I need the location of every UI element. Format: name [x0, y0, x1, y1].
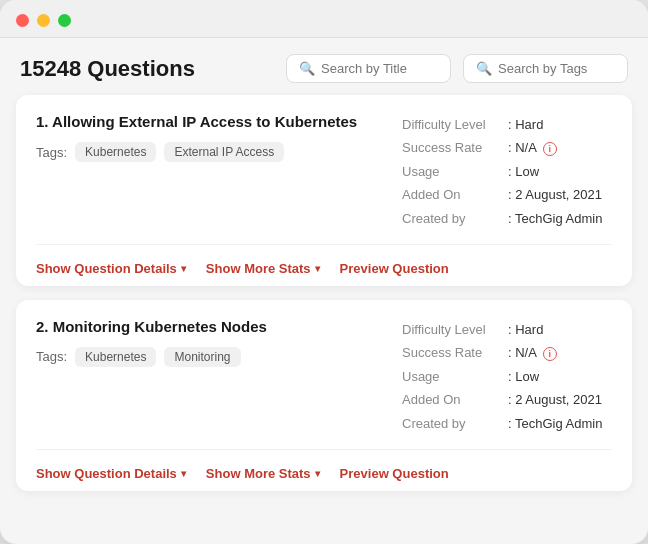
preview-label-2: Preview Question	[340, 466, 449, 481]
stat-added-1: Added On : 2 August, 2021	[402, 183, 612, 206]
created-value-2: : TechGig Admin	[508, 412, 602, 435]
usage-value-2: : Low	[508, 365, 539, 388]
preview-question-btn-2[interactable]: Preview Question	[330, 460, 459, 487]
tag-external-ip-1[interactable]: External IP Access	[164, 142, 284, 162]
card-left-1: 1. Allowing External IP Access to Kubern…	[36, 113, 386, 230]
stat-usage-1: Usage : Low	[402, 160, 612, 183]
search-by-title-input[interactable]	[321, 61, 438, 76]
show-details-label-2: Show Question Details	[36, 466, 177, 481]
card-main-2: 2. Monitoring Kubernetes Nodes Tags: Kub…	[36, 318, 612, 435]
stat-added-2: Added On : 2 August, 2021	[402, 388, 612, 411]
question-title-2: 2. Monitoring Kubernetes Nodes	[36, 318, 386, 335]
usage-label-2: Usage	[402, 365, 502, 388]
page-header: 15248 Questions 🔍 🔍	[0, 38, 648, 95]
info-icon-1: i	[543, 142, 557, 156]
maximize-button[interactable]	[58, 14, 71, 27]
tag-kubernetes-2[interactable]: Kubernetes	[75, 347, 156, 367]
card-main-1: 1. Allowing External IP Access to Kubern…	[36, 113, 612, 230]
stats-table-2: Difficulty Level : Hard Success Rate : N…	[402, 318, 612, 435]
success-value-1: : N/A i	[508, 136, 557, 159]
tags-row-2: Tags: Kubernetes Monitoring	[36, 347, 386, 367]
chevron-down-stats-icon-1: ▾	[315, 263, 320, 274]
preview-label-1: Preview Question	[340, 261, 449, 276]
tags-label-1: Tags:	[36, 145, 67, 160]
usage-label-1: Usage	[402, 160, 502, 183]
close-button[interactable]	[16, 14, 29, 27]
chevron-down-icon-2: ▾	[181, 468, 186, 479]
search-by-tags-input[interactable]	[498, 61, 615, 76]
show-more-stats-btn-1[interactable]: Show More Stats ▾	[196, 255, 330, 282]
added-value-2: : 2 August, 2021	[508, 388, 602, 411]
show-question-details-btn-2[interactable]: Show Question Details ▾	[36, 460, 196, 487]
chevron-down-icon-1: ▾	[181, 263, 186, 274]
chevron-down-stats-icon-2: ▾	[315, 468, 320, 479]
stat-created-2: Created by : TechGig Admin	[402, 412, 612, 435]
search-by-tags-box[interactable]: 🔍	[463, 54, 628, 83]
difficulty-label-2: Difficulty Level	[402, 318, 502, 341]
difficulty-label-1: Difficulty Level	[402, 113, 502, 136]
show-details-label-1: Show Question Details	[36, 261, 177, 276]
difficulty-value-1: : Hard	[508, 113, 543, 136]
stats-table-1: Difficulty Level : Hard Success Rate : N…	[402, 113, 612, 230]
app-window: 15248 Questions 🔍 🔍 1. Allowing External…	[0, 0, 648, 544]
tag-kubernetes-1[interactable]: Kubernetes	[75, 142, 156, 162]
search-by-title-box[interactable]: 🔍	[286, 54, 451, 83]
stat-success-1: Success Rate : N/A i	[402, 136, 612, 159]
card-actions-1: Show Question Details ▾ Show More Stats …	[36, 244, 612, 286]
card-left-2: 2. Monitoring Kubernetes Nodes Tags: Kub…	[36, 318, 386, 435]
stat-created-1: Created by : TechGig Admin	[402, 207, 612, 230]
question-title-1: 1. Allowing External IP Access to Kubern…	[36, 113, 386, 130]
show-stats-label-1: Show More Stats	[206, 261, 311, 276]
question-card-1: 1. Allowing External IP Access to Kubern…	[16, 95, 632, 286]
added-label-2: Added On	[402, 388, 502, 411]
preview-question-btn-1[interactable]: Preview Question	[330, 255, 459, 282]
card-right-1: Difficulty Level : Hard Success Rate : N…	[402, 113, 612, 230]
stat-difficulty-2: Difficulty Level : Hard	[402, 318, 612, 341]
created-label-2: Created by	[402, 412, 502, 435]
minimize-button[interactable]	[37, 14, 50, 27]
tags-label-2: Tags:	[36, 349, 67, 364]
question-card-2: 2. Monitoring Kubernetes Nodes Tags: Kub…	[16, 300, 632, 491]
stat-difficulty-1: Difficulty Level : Hard	[402, 113, 612, 136]
created-value-1: : TechGig Admin	[508, 207, 602, 230]
added-value-1: : 2 August, 2021	[508, 183, 602, 206]
search-icon: 🔍	[299, 61, 315, 76]
info-icon-2: i	[543, 347, 557, 361]
title-bar	[0, 0, 648, 38]
success-value-2: : N/A i	[508, 341, 557, 364]
card-actions-2: Show Question Details ▾ Show More Stats …	[36, 449, 612, 491]
tag-monitoring-2[interactable]: Monitoring	[164, 347, 240, 367]
success-label-1: Success Rate	[402, 136, 502, 159]
search-tags-icon: 🔍	[476, 61, 492, 76]
created-label-1: Created by	[402, 207, 502, 230]
card-right-2: Difficulty Level : Hard Success Rate : N…	[402, 318, 612, 435]
show-stats-label-2: Show More Stats	[206, 466, 311, 481]
usage-value-1: : Low	[508, 160, 539, 183]
show-question-details-btn-1[interactable]: Show Question Details ▾	[36, 255, 196, 282]
questions-list: 1. Allowing External IP Access to Kubern…	[0, 95, 648, 491]
added-label-1: Added On	[402, 183, 502, 206]
difficulty-value-2: : Hard	[508, 318, 543, 341]
page-title: 15248 Questions	[20, 56, 274, 82]
success-label-2: Success Rate	[402, 341, 502, 364]
show-more-stats-btn-2[interactable]: Show More Stats ▾	[196, 460, 330, 487]
stat-success-2: Success Rate : N/A i	[402, 341, 612, 364]
tags-row-1: Tags: Kubernetes External IP Access	[36, 142, 386, 162]
stat-usage-2: Usage : Low	[402, 365, 612, 388]
